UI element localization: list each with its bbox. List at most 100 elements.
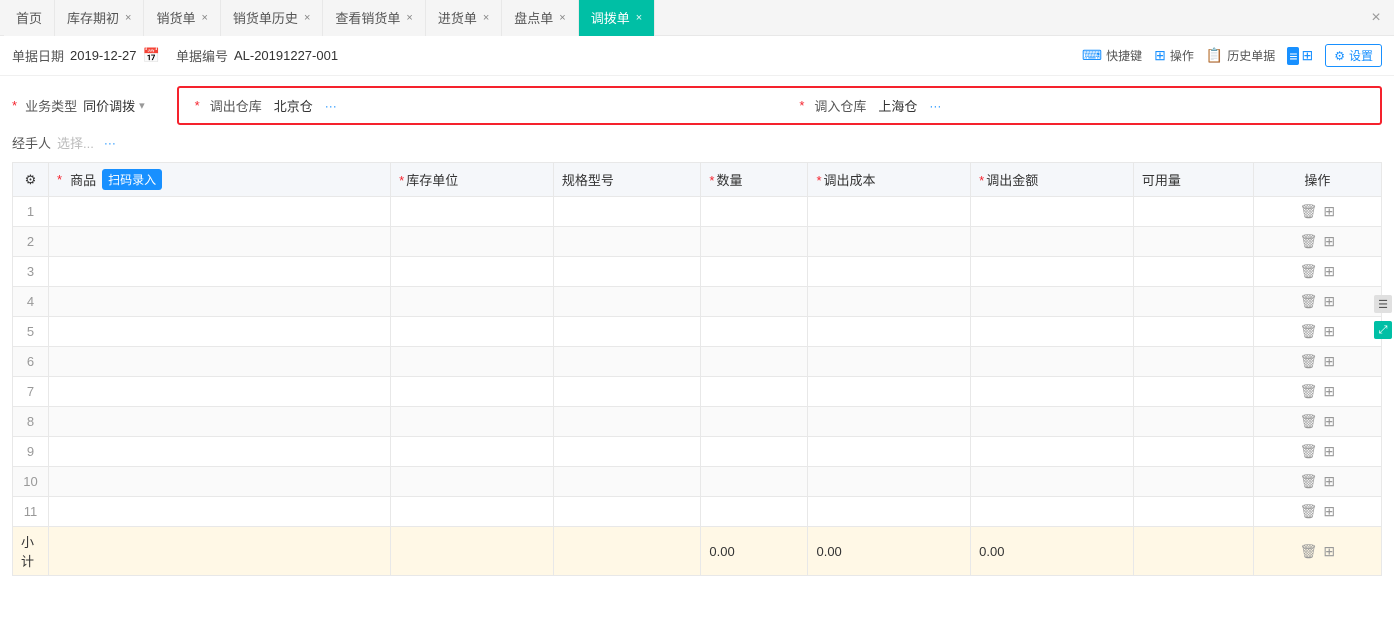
row-unit-7[interactable] <box>391 377 554 407</box>
handler-more-button[interactable]: ··· <box>104 136 116 150</box>
business-type-select[interactable]: 同价调拨 ▾ <box>83 96 145 115</box>
row-product-4[interactable] <box>49 287 391 317</box>
row-spec-3[interactable] <box>553 257 701 287</box>
row-cost-8[interactable] <box>808 407 971 437</box>
row-qty-11[interactable] <box>701 497 808 527</box>
sidebar-list-icon[interactable]: ☰ <box>1374 295 1392 313</box>
copy-icon-11[interactable]: ⊞ <box>1323 503 1335 520</box>
row-amount-8[interactable] <box>971 407 1134 437</box>
delete-icon-1[interactable]: 🗑 <box>1300 203 1318 220</box>
row-qty-9[interactable] <box>701 437 808 467</box>
copy-icon-2[interactable]: ⊞ <box>1323 233 1335 250</box>
row-cost-7[interactable] <box>808 377 971 407</box>
row-product-3[interactable] <box>49 257 391 287</box>
tab-transfer-order-close[interactable]: × <box>636 12 642 24</box>
tab-sales-history-close[interactable]: × <box>304 12 310 24</box>
row-amount-1[interactable] <box>971 197 1134 227</box>
row-product-6[interactable] <box>49 347 391 377</box>
row-spec-8[interactable] <box>553 407 701 437</box>
copy-icon-3[interactable]: ⊞ <box>1323 263 1335 280</box>
tab-inventory-check[interactable]: 盘点单 × <box>502 0 578 36</box>
scan-entry-button[interactable]: 扫码录入 <box>102 169 162 190</box>
row-product-5[interactable] <box>49 317 391 347</box>
row-cost-4[interactable] <box>808 287 971 317</box>
delete-icon-2[interactable]: 🗑 <box>1300 233 1318 250</box>
tab-home[interactable]: 首页 <box>4 0 55 36</box>
row-amount-9[interactable] <box>971 437 1134 467</box>
row-unit-5[interactable] <box>391 317 554 347</box>
row-qty-3[interactable] <box>701 257 808 287</box>
row-cost-6[interactable] <box>808 347 971 377</box>
row-amount-3[interactable] <box>971 257 1134 287</box>
tab-view-sales[interactable]: 查看销货单 × <box>323 0 425 36</box>
window-close-button[interactable]: × <box>1366 8 1386 28</box>
row-amount-11[interactable] <box>971 497 1134 527</box>
row-cost-9[interactable] <box>808 437 971 467</box>
row-spec-11[interactable] <box>553 497 701 527</box>
row-available-8[interactable] <box>1133 407 1253 437</box>
row-spec-7[interactable] <box>553 377 701 407</box>
settings-button[interactable]: ⚙ 设置 <box>1325 44 1382 67</box>
operation-button[interactable]: ⊞ 操作 <box>1154 47 1194 64</box>
row-amount-4[interactable] <box>971 287 1134 317</box>
table-view-icon[interactable]: ⊞ <box>1301 47 1313 64</box>
delete-icon-8[interactable]: 🗑 <box>1300 413 1318 430</box>
row-product-11[interactable] <box>49 497 391 527</box>
row-qty-5[interactable] <box>701 317 808 347</box>
row-qty-2[interactable] <box>701 227 808 257</box>
row-spec-1[interactable] <box>553 197 701 227</box>
row-amount-5[interactable] <box>971 317 1134 347</box>
row-unit-8[interactable] <box>391 407 554 437</box>
calendar-icon[interactable]: 📅 <box>143 47 160 64</box>
row-cost-10[interactable] <box>808 467 971 497</box>
row-qty-8[interactable] <box>701 407 808 437</box>
row-spec-10[interactable] <box>553 467 701 497</box>
th-gear[interactable]: ⚙ <box>13 163 49 197</box>
row-unit-1[interactable] <box>391 197 554 227</box>
tab-transfer-order[interactable]: 调拨单 × <box>579 0 655 36</box>
copy-icon-5[interactable]: ⊞ <box>1323 323 1335 340</box>
transfer-in-more-button[interactable]: ··· <box>929 99 941 113</box>
row-available-11[interactable] <box>1133 497 1253 527</box>
delete-icon-11[interactable]: 🗑 <box>1300 503 1318 520</box>
delete-icon-6[interactable]: 🗑 <box>1300 353 1318 370</box>
row-qty-10[interactable] <box>701 467 808 497</box>
row-unit-9[interactable] <box>391 437 554 467</box>
sidebar-expand-icon[interactable]: ⤢ <box>1374 321 1392 339</box>
row-qty-4[interactable] <box>701 287 808 317</box>
tab-sales-order-close[interactable]: × <box>201 12 207 24</box>
row-qty-6[interactable] <box>701 347 808 377</box>
row-available-4[interactable] <box>1133 287 1253 317</box>
delete-icon-10[interactable]: 🗑 <box>1300 473 1318 490</box>
row-product-9[interactable] <box>49 437 391 467</box>
row-cost-2[interactable] <box>808 227 971 257</box>
handler-placeholder[interactable]: 选择... <box>57 133 94 152</box>
row-unit-10[interactable] <box>391 467 554 497</box>
subtotal-delete-icon[interactable]: 🗑 <box>1300 543 1318 560</box>
transfer-out-more-button[interactable]: ··· <box>325 99 337 113</box>
copy-icon-9[interactable]: ⊞ <box>1323 443 1335 460</box>
row-product-10[interactable] <box>49 467 391 497</box>
delete-icon-7[interactable]: 🗑 <box>1300 383 1318 400</box>
row-available-6[interactable] <box>1133 347 1253 377</box>
delete-icon-5[interactable]: 🗑 <box>1300 323 1318 340</box>
grid-view-icon[interactable]: ≡ <box>1287 47 1299 65</box>
row-available-2[interactable] <box>1133 227 1253 257</box>
row-product-8[interactable] <box>49 407 391 437</box>
row-spec-4[interactable] <box>553 287 701 317</box>
tab-inventory-check-close[interactable]: × <box>559 12 565 24</box>
tab-view-sales-close[interactable]: × <box>406 12 412 24</box>
row-available-5[interactable] <box>1133 317 1253 347</box>
row-spec-5[interactable] <box>553 317 701 347</box>
row-product-2[interactable] <box>49 227 391 257</box>
row-amount-7[interactable] <box>971 377 1134 407</box>
row-qty-7[interactable] <box>701 377 808 407</box>
row-unit-4[interactable] <box>391 287 554 317</box>
row-amount-6[interactable] <box>971 347 1134 377</box>
copy-icon-7[interactable]: ⊞ <box>1323 383 1335 400</box>
row-cost-1[interactable] <box>808 197 971 227</box>
row-spec-2[interactable] <box>553 227 701 257</box>
tab-purchase-order-close[interactable]: × <box>483 12 489 24</box>
row-available-9[interactable] <box>1133 437 1253 467</box>
delete-icon-9[interactable]: 🗑 <box>1300 443 1318 460</box>
